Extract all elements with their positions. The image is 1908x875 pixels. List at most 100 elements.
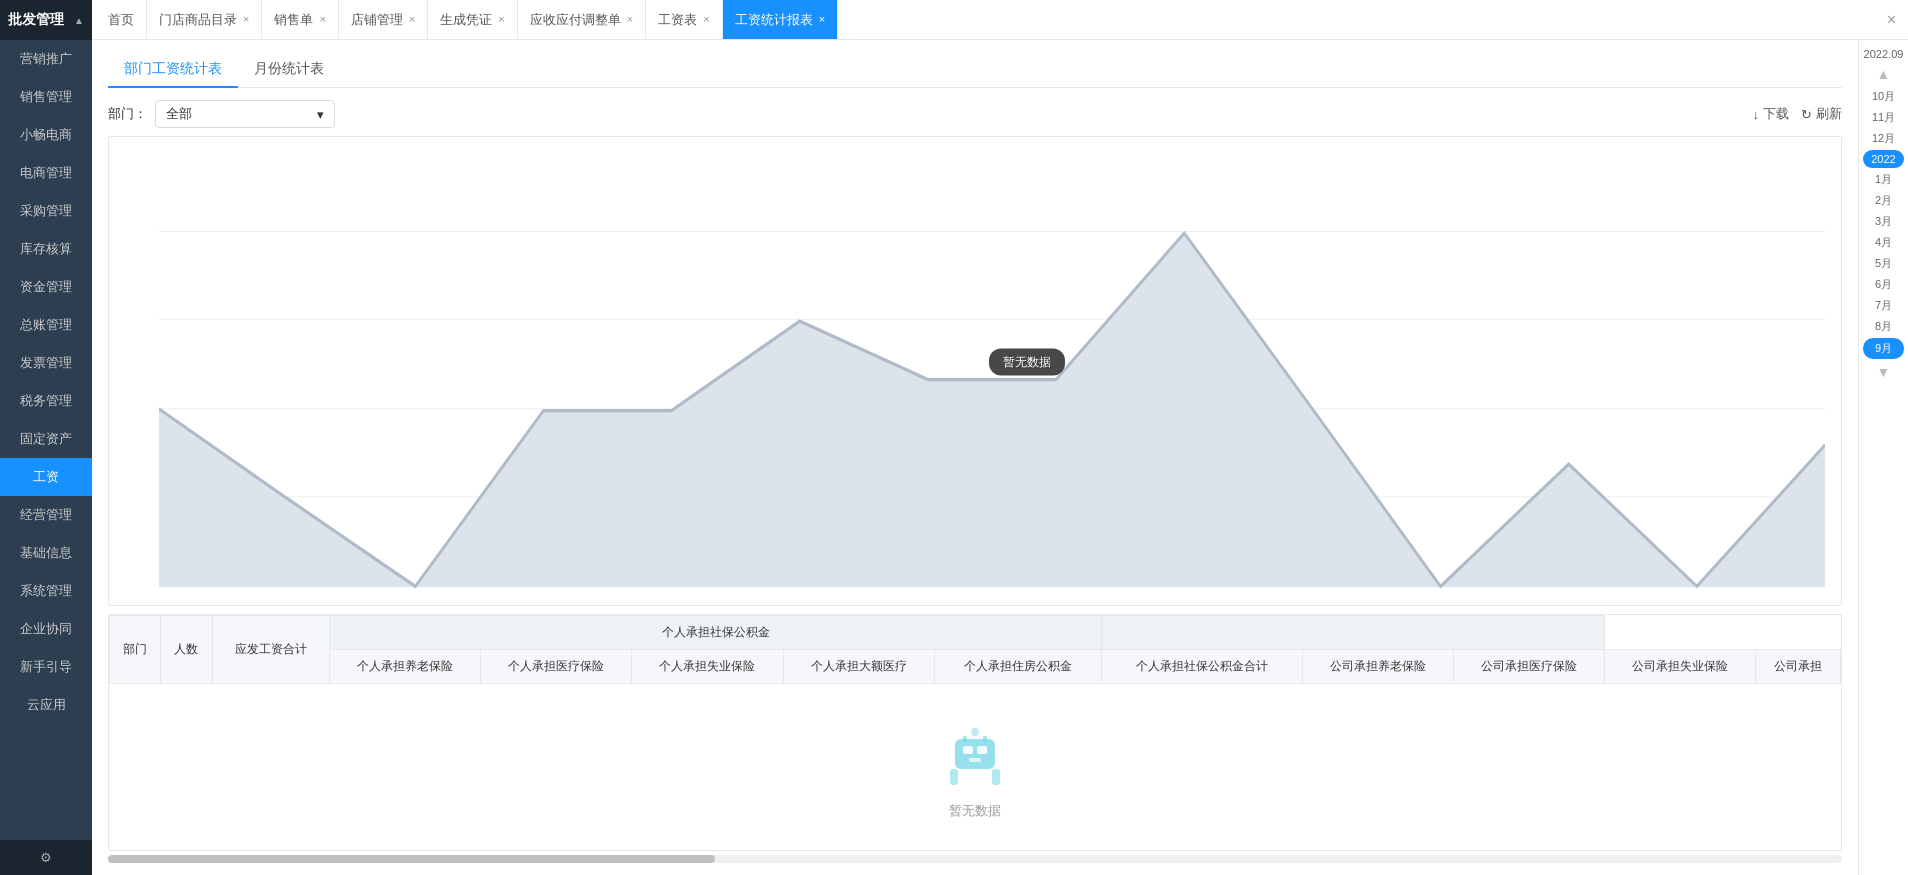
tab-工资统计报表[interactable]: 工资统计报表 × <box>723 0 838 39</box>
main-area: 首页 门店商品目录 × 销售单 × 店铺管理 × 生成凭证 × 应收应付调整单 … <box>92 0 1908 875</box>
toolbar-right: ↓ 下载 ↻ 刷新 <box>1753 105 1843 123</box>
timeline-7月[interactable]: 7月 <box>1859 295 1908 316</box>
tab-销售单[interactable]: 销售单 × <box>262 0 338 39</box>
svg-point-20 <box>971 728 979 736</box>
sidebar-header[interactable]: 批发管理 ▲ <box>0 0 92 40</box>
tab-close-店铺管理[interactable]: × <box>409 14 415 25</box>
tab-应收应付调整单[interactable]: 应收应付调整单 × <box>518 0 646 39</box>
timeline-8月[interactable]: 8月 <box>1859 316 1908 337</box>
timeline-1月[interactable]: 1月 <box>1859 169 1908 190</box>
svg-marker-11 <box>159 233 1825 586</box>
refresh-label: 刷新 <box>1816 105 1842 123</box>
scroll-thumb[interactable] <box>108 855 715 863</box>
sidebar-title: 批发管理 <box>8 11 64 29</box>
col-header-公司承担养老保险: 公司承担养老保险 <box>1303 650 1454 684</box>
sidebar-item-电商管理[interactable]: 电商管理 <box>0 154 92 192</box>
dept-label: 部门： <box>108 105 147 123</box>
dept-select-value: 全部 <box>166 105 192 123</box>
empty-state: 暂无数据 <box>109 684 1841 850</box>
chart-tooltip: 暂无数据 <box>989 348 1065 375</box>
timeline-10月[interactable]: 10月 <box>1859 86 1908 107</box>
sidebar-item-工资[interactable]: 工资 <box>0 458 92 496</box>
tab-label-工资统计报表: 工资统计报表 <box>735 11 813 29</box>
sidebar: 批发管理 ▲ 营销推广 销售管理 小畅电商 电商管理 采购管理 库存核算 资金管… <box>0 0 92 875</box>
sidebar-settings[interactable]: ⚙ <box>0 840 92 875</box>
sidebar-item-税务管理[interactable]: 税务管理 <box>0 382 92 420</box>
timeline-12月[interactable]: 12月 <box>1859 128 1908 149</box>
timeline-3月[interactable]: 3月 <box>1859 211 1908 232</box>
svg-rect-17 <box>992 769 1000 785</box>
sidebar-item-发票管理[interactable]: 发票管理 <box>0 344 92 382</box>
horizontal-scrollbar[interactable] <box>108 855 1842 863</box>
toolbar: 部门： 全部 ▾ ↓ 下载 ↻ 刷新 <box>108 100 1842 128</box>
col-header-个人承担养老保险: 个人承担养老保险 <box>330 650 481 684</box>
sub-tabs: 部门工资统计表 月份统计表 <box>108 52 1842 88</box>
col-header-个人承担大额医疗: 个人承担大额医疗 <box>783 650 934 684</box>
tab-首页[interactable]: 首页 <box>96 0 147 39</box>
tab-label-销售单: 销售单 <box>274 11 313 29</box>
sub-tab-月份统计表[interactable]: 月份统计表 <box>238 52 340 88</box>
download-icon: ↓ <box>1753 107 1760 122</box>
svg-rect-19 <box>983 736 987 742</box>
timeline-9月[interactable]: 9月 <box>1863 338 1904 359</box>
timeline-11月[interactable]: 11月 <box>1859 107 1908 128</box>
sidebar-item-固定资产[interactable]: 固定资产 <box>0 420 92 458</box>
page-content: 部门工资统计表 月份统计表 部门： 全部 ▾ ↓ 下载 <box>92 40 1858 875</box>
tab-close-工资表[interactable]: × <box>703 14 709 25</box>
timeline-6月[interactable]: 6月 <box>1859 274 1908 295</box>
col-header-个人承担社保公积金合计: 个人承担社保公积金合计 <box>1102 650 1303 684</box>
tab-close-生成凭证[interactable]: × <box>498 14 504 25</box>
timeline-2月[interactable]: 2月 <box>1859 190 1908 211</box>
svg-rect-13 <box>963 746 973 754</box>
sidebar-item-营销推广[interactable]: 营销推广 <box>0 40 92 78</box>
dept-select[interactable]: 全部 ▾ <box>155 100 335 128</box>
timeline-top-label: 2022.09 <box>1864 46 1904 62</box>
tab-close-门店商品目录[interactable]: × <box>243 14 249 25</box>
tab-label-生成凭证: 生成凭证 <box>440 11 492 29</box>
tab-close-销售单[interactable]: × <box>319 14 325 25</box>
timeline-up-arrow[interactable]: ▲ <box>1873 62 1895 86</box>
tab-label-工资表: 工资表 <box>658 11 697 29</box>
sidebar-item-库存核算[interactable]: 库存核算 <box>0 230 92 268</box>
timeline-down-arrow[interactable]: ▼ <box>1873 360 1895 384</box>
tab-门店商品目录[interactable]: 门店商品目录 × <box>147 0 262 39</box>
timeline-4月[interactable]: 4月 <box>1859 232 1908 253</box>
sub-tab-部门工资统计表[interactable]: 部门工资统计表 <box>108 52 238 88</box>
refresh-button[interactable]: ↻ 刷新 <box>1801 105 1842 123</box>
toolbar-left: 部门： 全部 ▾ <box>108 100 335 128</box>
tabs-close-all[interactable]: × <box>1879 11 1904 29</box>
sidebar-item-经营管理[interactable]: 经营管理 <box>0 496 92 534</box>
sidebar-item-新手引导[interactable]: 新手引导 <box>0 648 92 686</box>
col-header-人数: 人数 <box>161 616 212 684</box>
col-header-公司承担医疗保险: 公司承担医疗保险 <box>1454 650 1605 684</box>
timeline-2022[interactable]: 2022 <box>1863 150 1904 168</box>
content-area: 部门工资统计表 月份统计表 部门： 全部 ▾ ↓ 下载 <box>92 40 1908 875</box>
sidebar-item-企业协同[interactable]: 企业协同 <box>0 610 92 648</box>
sidebar-item-基础信息[interactable]: 基础信息 <box>0 534 92 572</box>
tab-close-应收应付调整单[interactable]: × <box>627 14 633 25</box>
tab-店铺管理[interactable]: 店铺管理 × <box>339 0 428 39</box>
data-table-wrapper: 部门 人数 应发工资合计 个人承担社保公积金 个人承担养老保险 个人承担医疗保险… <box>108 614 1842 851</box>
tab-label-首页: 首页 <box>108 11 134 29</box>
col-header-部门: 部门 <box>110 616 161 684</box>
tab-close-工资统计报表[interactable]: × <box>819 14 825 25</box>
col-header-个人承担失业保险: 个人承担失业保险 <box>632 650 783 684</box>
timeline-panel: 2022.09 ▲ 10月 11月 12月 2022 1月 2月 3月 4月 5… <box>1858 40 1908 875</box>
sidebar-item-采购管理[interactable]: 采购管理 <box>0 192 92 230</box>
sidebar-item-小畅电商[interactable]: 小畅电商 <box>0 116 92 154</box>
timeline-5月[interactable]: 5月 <box>1859 253 1908 274</box>
tab-生成凭证[interactable]: 生成凭证 × <box>428 0 517 39</box>
tab-label-店铺管理: 店铺管理 <box>351 11 403 29</box>
sidebar-collapse-icon[interactable]: ▲ <box>74 15 84 26</box>
col-header-应发工资合计: 应发工资合计 <box>212 616 330 684</box>
sidebar-item-系统管理[interactable]: 系统管理 <box>0 572 92 610</box>
sidebar-item-销售管理[interactable]: 销售管理 <box>0 78 92 116</box>
tab-工资表[interactable]: 工资表 × <box>646 0 722 39</box>
refresh-icon: ↻ <box>1801 107 1812 122</box>
sidebar-item-总账管理[interactable]: 总账管理 <box>0 306 92 344</box>
col-header-公司承担失业保险: 公司承担失业保险 <box>1605 650 1756 684</box>
sidebar-item-资金管理[interactable]: 资金管理 <box>0 268 92 306</box>
col-header-个人承担住房公积金: 个人承担住房公积金 <box>934 650 1102 684</box>
download-button[interactable]: ↓ 下载 <box>1753 105 1790 123</box>
sidebar-item-云应用[interactable]: 云应用 <box>0 686 92 724</box>
